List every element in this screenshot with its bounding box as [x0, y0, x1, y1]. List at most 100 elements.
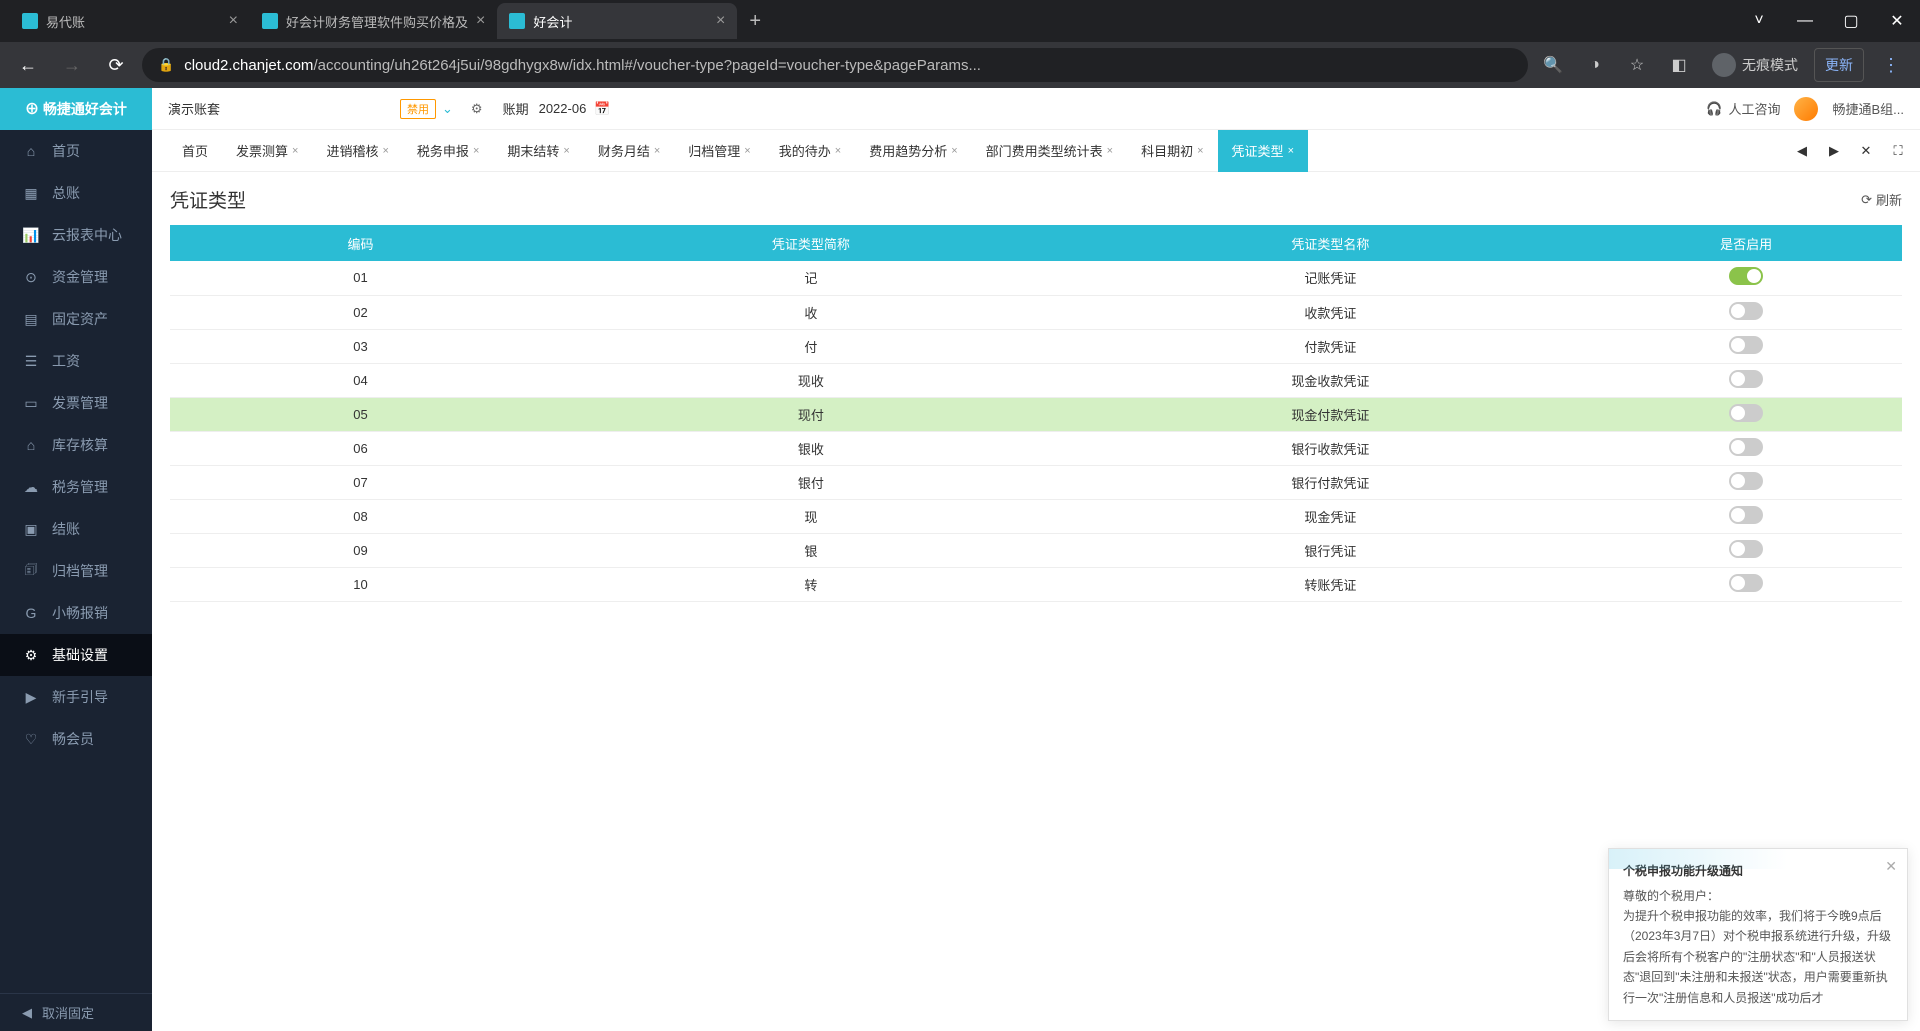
zoom-icon[interactable]: 🔍 [1536, 48, 1570, 82]
avatar[interactable] [1794, 97, 1818, 121]
page-tab[interactable]: 首页 [168, 130, 222, 172]
browser-tab[interactable]: 易代账× [10, 3, 250, 39]
enable-toggle[interactable] [1729, 506, 1763, 524]
page-tab-close-icon[interactable]: × [835, 145, 841, 157]
browser-chrome: 易代账×好会计财务管理软件购买价格及×好会计× + ˅ — ▢ ✕ ← → ⟳ … [0, 0, 1920, 88]
sidebar-item[interactable]: ▦总账 [0, 172, 152, 214]
sidebar-item[interactable]: ♡畅会员 [0, 718, 152, 760]
table-row[interactable]: 09银银行凭证 [170, 533, 1902, 567]
page-tab[interactable]: 进销稽核 × [312, 130, 402, 172]
page-tab[interactable]: 部门费用类型统计表 × [972, 130, 1127, 172]
table-row[interactable]: 07银付银行付款凭证 [170, 465, 1902, 499]
page-tab-close-icon[interactable]: × [744, 145, 750, 157]
table-row[interactable]: 04现收现金收款凭证 [170, 363, 1902, 397]
sidebar-item-label: 首页 [52, 141, 80, 161]
page-tab-close-icon[interactable]: × [292, 145, 298, 157]
sidebar-item[interactable]: ⌂首页 [0, 130, 152, 172]
page-tab[interactable]: 科目期初 × [1127, 130, 1217, 172]
support-link[interactable]: 🎧 人工咨询 [1706, 99, 1780, 118]
window-controls: ˅ — ▢ ✕ [1736, 0, 1920, 42]
page-tab-close-icon[interactable]: × [473, 145, 479, 157]
enable-toggle[interactable] [1729, 574, 1763, 592]
enable-toggle[interactable] [1729, 370, 1763, 388]
enable-toggle[interactable] [1729, 472, 1763, 490]
page-tab[interactable]: 归档管理 × [674, 130, 764, 172]
sidebar-item[interactable]: ▣结账 [0, 508, 152, 550]
sidebar-item[interactable]: G小畅报销 [0, 592, 152, 634]
tabs-next-button[interactable]: ▶ [1820, 137, 1848, 165]
url-input[interactable]: 🔒 cloud2.chanjet.com/accounting/uh26t264… [142, 48, 1528, 82]
unpin-sidebar[interactable]: ◀ 取消固定 [0, 993, 152, 1031]
enable-toggle[interactable] [1729, 404, 1763, 422]
table-row[interactable]: 05现付现金付款凭证 [170, 397, 1902, 431]
update-button[interactable]: 更新 [1814, 48, 1864, 82]
tab-title: 好会计财务管理软件购买价格及 [286, 12, 468, 31]
page-title: 凭证类型 [170, 186, 246, 213]
close-window-button[interactable]: ✕ [1874, 0, 1920, 42]
new-tab-button[interactable]: + [737, 10, 773, 33]
page-tab[interactable]: 发票测算 × [222, 130, 312, 172]
window-dropdown-icon[interactable]: ˅ [1736, 0, 1782, 42]
page-tab[interactable]: 凭证类型 × [1218, 130, 1308, 172]
sidebar-item[interactable]: ⚙基础设置 [0, 634, 152, 676]
page-tab-close-icon[interactable]: × [1197, 145, 1203, 157]
page-tab[interactable]: 我的待办 × [765, 130, 855, 172]
sidebar-item[interactable]: ▭发票管理 [0, 382, 152, 424]
reload-button[interactable]: ⟳ [98, 47, 134, 83]
page-tab-close-icon[interactable]: × [654, 145, 660, 157]
browser-menu-button[interactable]: ⋮ [1872, 55, 1910, 76]
calendar-icon[interactable]: 📅 [594, 101, 610, 117]
sidebar-item[interactable]: ▶新手引导 [0, 676, 152, 718]
account-settings-icon[interactable]: ⚙ [471, 101, 483, 117]
enable-toggle[interactable] [1729, 336, 1763, 354]
tab-close-icon[interactable]: × [476, 12, 485, 30]
page-tab[interactable]: 财务月结 × [584, 130, 674, 172]
fullscreen-button[interactable]: ⛶ [1884, 137, 1912, 165]
sidebar-item-label: 结账 [52, 519, 80, 539]
table-row[interactable]: 08现现金凭证 [170, 499, 1902, 533]
forward-button[interactable]: → [54, 47, 90, 83]
sidebar-item[interactable]: 📊云报表中心 [0, 214, 152, 256]
cell-code: 10 [170, 567, 551, 601]
browser-tab[interactable]: 好会计× [497, 3, 737, 39]
table-row[interactable]: 01记记账凭证 [170, 261, 1902, 295]
tab-favicon [22, 13, 38, 29]
notice-close-button[interactable]: ✕ [1885, 855, 1897, 879]
enable-toggle[interactable] [1729, 302, 1763, 320]
sidebar-item[interactable]: ☁税务管理 [0, 466, 152, 508]
minimize-button[interactable]: — [1782, 0, 1828, 42]
sidebar-item[interactable]: 🗊归档管理 [0, 550, 152, 592]
tabs-prev-button[interactable]: ◀ [1788, 137, 1816, 165]
page-tab-close-icon[interactable]: × [1288, 145, 1294, 157]
sidebar-item[interactable]: ⊙资金管理 [0, 256, 152, 298]
enable-toggle[interactable] [1729, 267, 1763, 285]
browser-tab[interactable]: 好会计财务管理软件购买价格及 × [250, 3, 497, 39]
refresh-button[interactable]: ⟳ 刷新 [1861, 190, 1902, 209]
tabs-close-all-button[interactable]: ✕ [1852, 137, 1880, 165]
sidebar-item[interactable]: ☰工资 [0, 340, 152, 382]
account-dropdown-icon[interactable]: ⌄ [442, 101, 453, 117]
extensions-icon[interactable]: ◑ [1578, 48, 1612, 82]
back-button[interactable]: ← [10, 47, 46, 83]
cell-code: 09 [170, 533, 551, 567]
page-tab-close-icon[interactable]: × [563, 145, 569, 157]
extension-puzzle-icon[interactable]: ◧ [1662, 48, 1696, 82]
bookmark-icon[interactable]: ☆ [1620, 48, 1654, 82]
page-tab-close-icon[interactable]: × [382, 145, 388, 157]
page-tab[interactable]: 费用趋势分析 × [855, 130, 971, 172]
table-row[interactable]: 02收收款凭证 [170, 295, 1902, 329]
sidebar-item[interactable]: ▤固定资产 [0, 298, 152, 340]
sidebar-item[interactable]: ⌂库存核算 [0, 424, 152, 466]
table-row[interactable]: 03付付款凭证 [170, 329, 1902, 363]
table-row[interactable]: 06银收银行收款凭证 [170, 431, 1902, 465]
page-tab[interactable]: 税务申报 × [403, 130, 493, 172]
enable-toggle[interactable] [1729, 540, 1763, 558]
table-row[interactable]: 10转转账凭证 [170, 567, 1902, 601]
maximize-button[interactable]: ▢ [1828, 0, 1874, 42]
page-tab-close-icon[interactable]: × [951, 145, 957, 157]
page-tab[interactable]: 期末结转 × [493, 130, 583, 172]
page-tab-close-icon[interactable]: × [1107, 145, 1113, 157]
tab-close-icon[interactable]: × [716, 12, 725, 30]
tab-close-icon[interactable]: × [229, 12, 238, 30]
enable-toggle[interactable] [1729, 438, 1763, 456]
